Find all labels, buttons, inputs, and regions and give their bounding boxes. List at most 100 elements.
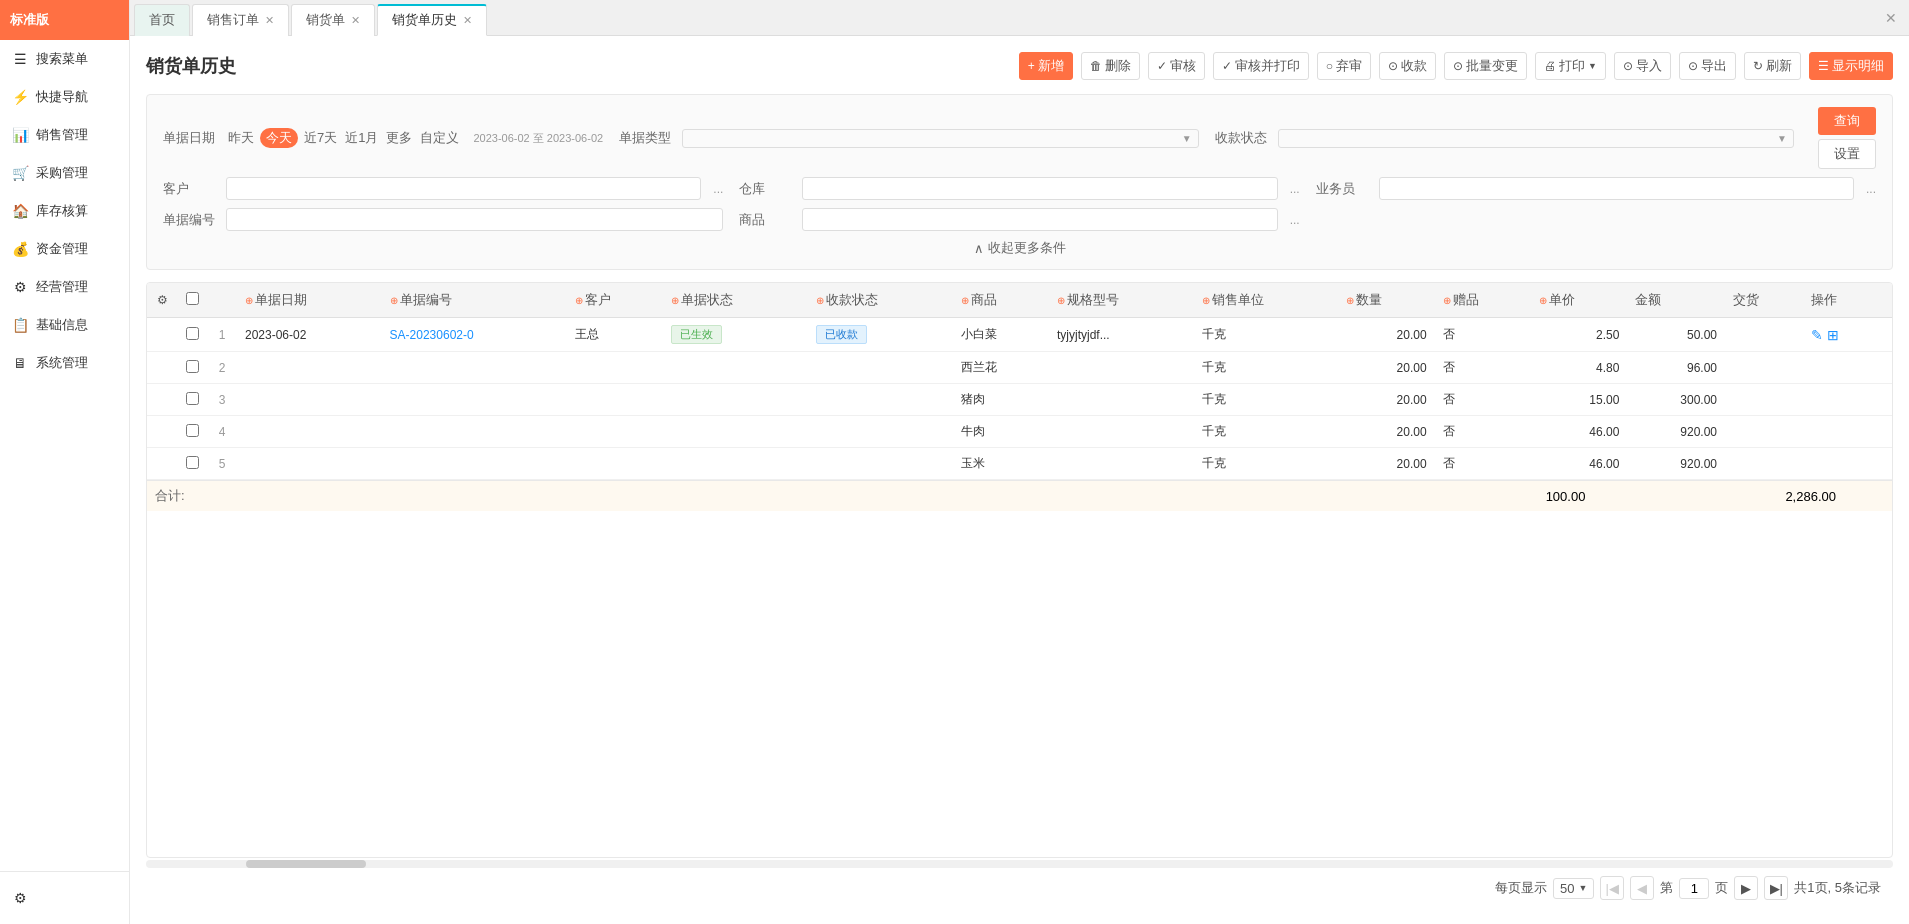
sidebar-item-system-mgmt[interactable]: 🖥 系统管理 [0,344,129,382]
row-doc-num[interactable] [382,448,568,480]
footer-total-amount: 2,286.00 [1785,489,1836,504]
tab-sales-delivery-close[interactable]: ✕ [351,14,360,27]
audit-icon: ✓ [1157,59,1167,73]
date-shortcut-more[interactable]: 更多 [384,128,414,148]
sidebar-item-purchase-mgmt[interactable]: 🛒 采购管理 [0,154,129,192]
date-shortcut-today[interactable]: 今天 [260,128,298,148]
tab-home[interactable]: 首页 [134,4,190,36]
row-customer [567,352,663,384]
tab-sales-order[interactable]: 销售订单 ✕ [192,4,289,36]
row-doc-num[interactable] [382,352,568,384]
next-page-button[interactable]: ▶ [1734,876,1758,900]
col-unit-price[interactable]: ⊕单价 [1531,283,1627,318]
query-button[interactable]: 查询 [1818,107,1876,135]
sidebar-item-search-menu[interactable]: ☰ 搜索菜单 [0,40,129,78]
date-shortcut-yesterday[interactable]: 昨天 [226,128,256,148]
col-customer[interactable]: ⊕客户 [567,283,663,318]
col-spec-model[interactable]: ⊕规格型号 [1049,283,1194,318]
date-shortcut-7days[interactable]: 近7天 [302,128,339,148]
salesperson-input[interactable] [1379,177,1854,200]
sidebar-item-inventory[interactable]: 🏠 库存核算 [0,192,129,230]
sidebar-item-operations-mgmt[interactable]: ⚙ 经营管理 [0,268,129,306]
tab-bar-close-all[interactable]: ✕ [1877,10,1905,26]
more-actions-icon[interactable]: ⊞ [1827,327,1839,343]
select-all-checkbox[interactable] [186,292,199,305]
customer-dots[interactable]: ... [713,182,723,196]
refresh-button[interactable]: ↻ 刷新 [1744,52,1801,80]
collect-icon: ⊙ [1388,59,1398,73]
col-gift[interactable]: ⊕赠品 [1435,283,1531,318]
row-transaction [1725,384,1803,416]
abandon-button[interactable]: ○ 弃审 [1317,52,1371,80]
customer-label: 客户 [163,180,218,198]
collapse-button[interactable]: ∧ 收起更多条件 [974,239,1066,257]
row-checkbox[interactable] [177,384,207,416]
date-shortcut-custom[interactable]: 自定义 [418,128,461,148]
payment-status-label: 收款状态 [1215,129,1270,147]
row-unit-price: 46.00 [1531,416,1627,448]
row-customer [567,448,663,480]
audit-button[interactable]: ✓ 审核 [1148,52,1205,80]
row-doc-num[interactable] [382,384,568,416]
sidebar-settings[interactable]: ⚙ [0,880,129,916]
col-doc-status[interactable]: ⊕单据状态 [663,283,808,318]
col-goods[interactable]: ⊕商品 [953,283,1049,318]
date-shortcut-1month[interactable]: 近1月 [343,128,380,148]
salesperson-dots[interactable]: ... [1866,182,1876,196]
row-doc-num[interactable]: SA-20230602-0 [382,318,568,352]
row-checkbox[interactable] [177,448,207,480]
sidebar-item-finance-mgmt[interactable]: 💰 资金管理 [0,230,129,268]
prev-page-button[interactable]: ◀ [1630,876,1654,900]
sidebar-item-basic-info[interactable]: 📋 基础信息 [0,306,129,344]
row-sales-unit: 千克 [1194,352,1339,384]
edit-icon[interactable]: ✎ [1811,327,1823,343]
print-button[interactable]: 🖨 打印 ▼ [1535,52,1606,80]
new-button[interactable]: + 新增 [1019,52,1073,80]
export-button[interactable]: ⊙ 导出 [1679,52,1736,80]
col-doc-date[interactable]: ⊕单据日期 [237,283,382,318]
tab-sales-delivery[interactable]: 销货单 ✕ [291,4,375,36]
row-checkbox[interactable] [177,318,207,352]
row-spec-model [1049,352,1194,384]
goods-input[interactable] [802,208,1277,231]
new-icon: + [1028,59,1035,73]
warehouse-input[interactable] [802,177,1277,200]
payment-status-select[interactable]: ▼ [1278,129,1794,148]
sidebar-item-quick-nav[interactable]: ⚡ 快捷导航 [0,78,129,116]
audit-print-button[interactable]: ✓ 审核并打印 [1213,52,1309,80]
tab-sales-history[interactable]: 销货单历史 ✕ [377,4,487,36]
tab-sales-order-close[interactable]: ✕ [265,14,274,27]
goods-dots[interactable]: ... [1290,213,1300,227]
doc-type-select[interactable]: ▼ [682,129,1198,148]
col-payment-status[interactable]: ⊕收款状态 [808,283,953,318]
last-page-button[interactable]: ▶| [1764,876,1788,900]
sidebar: 标准版 ☰ 搜索菜单 ⚡ 快捷导航 📊 销售管理 🛒 采购管理 🏠 库存核算 💰… [0,0,130,924]
warehouse-dots[interactable]: ... [1290,182,1300,196]
col-quantity[interactable]: ⊕数量 [1338,283,1434,318]
col-settings[interactable]: ⚙ [147,283,177,318]
row-quantity: 20.00 [1338,318,1434,352]
show-details-button[interactable]: ☰ 显示明细 [1809,52,1893,80]
page-size-value: 50 [1560,881,1574,896]
set-button[interactable]: 设置 [1818,139,1876,169]
import-button[interactable]: ⊙ 导入 [1614,52,1671,80]
sidebar-item-sales-mgmt[interactable]: 📊 销售管理 [0,116,129,154]
delete-button[interactable]: 🗑 删除 [1081,52,1140,80]
horizontal-scrollbar[interactable] [146,860,1893,868]
sidebar-item-label: 基础信息 [36,316,88,334]
collect-button[interactable]: ⊙ 收款 [1379,52,1436,80]
row-doc-date [237,448,382,480]
doc-num-input[interactable] [226,208,723,231]
col-sales-unit[interactable]: ⊕销售单位 [1194,283,1339,318]
row-doc-num[interactable] [382,416,568,448]
collapse-chevron-icon: ∧ [974,241,984,256]
tab-sales-history-close[interactable]: ✕ [463,14,472,27]
row-checkbox[interactable] [177,352,207,384]
first-page-button[interactable]: |◀ [1600,876,1624,900]
customer-input[interactable] [226,177,701,200]
col-doc-num[interactable]: ⊕单据编号 [382,283,568,318]
page-size-select[interactable]: 50 ▼ [1553,878,1594,899]
batch-change-button[interactable]: ⊙ 批量变更 [1444,52,1527,80]
page-number-input[interactable] [1679,878,1709,899]
row-checkbox[interactable] [177,416,207,448]
